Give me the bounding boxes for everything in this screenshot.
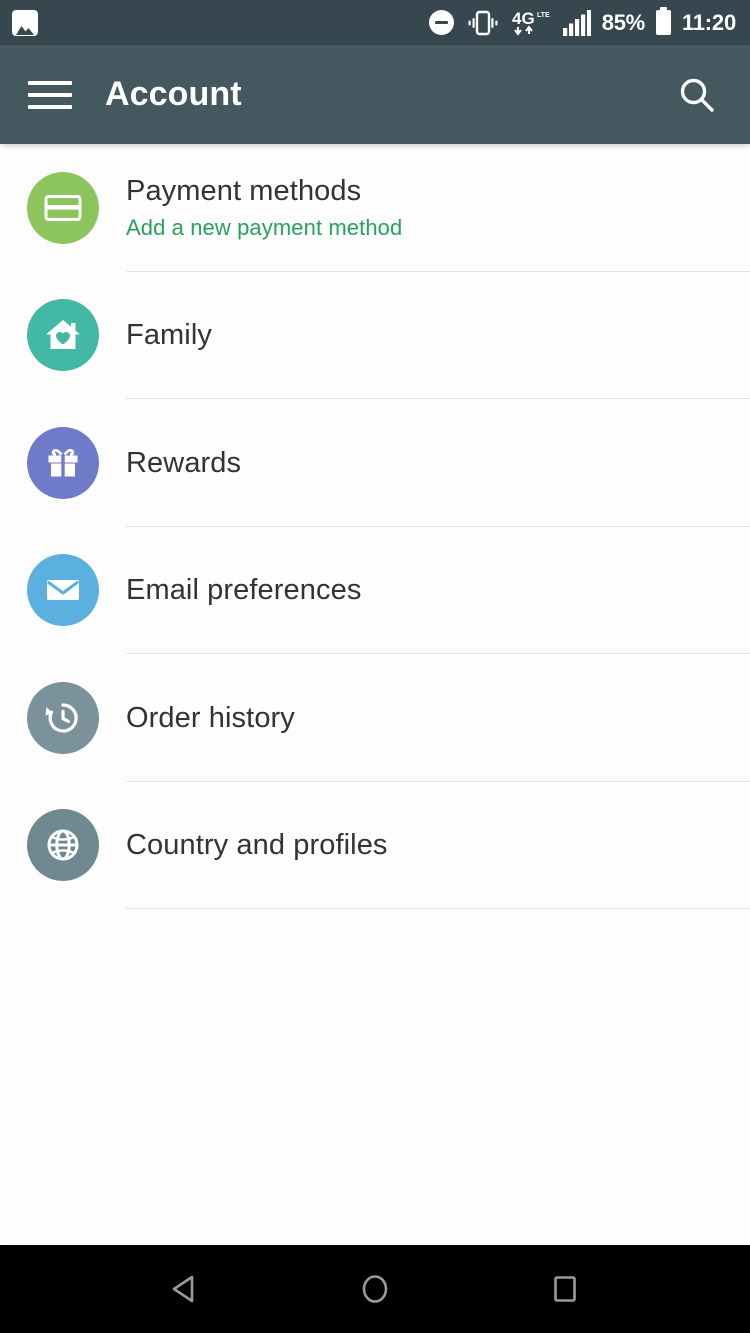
envelope-icon bbox=[27, 554, 99, 627]
list-item-body: Country and profiles bbox=[126, 782, 750, 909]
list-item-icon-wrap bbox=[0, 272, 126, 400]
battery-full-icon bbox=[655, 7, 671, 35]
status-bar-notifications bbox=[12, 9, 38, 36]
list-item-order-history[interactable]: Order history bbox=[0, 654, 750, 782]
list-item-title: Order history bbox=[126, 701, 295, 734]
list-item-email-preferences[interactable]: Email preferences bbox=[0, 527, 750, 655]
list-item-title: Rewards bbox=[126, 446, 242, 479]
credit-card-icon bbox=[27, 171, 99, 244]
image-notification-icon bbox=[12, 9, 38, 36]
gift-icon bbox=[27, 426, 99, 499]
search-icon[interactable] bbox=[670, 68, 724, 122]
svg-text:4G: 4G bbox=[512, 9, 535, 28]
list-item-body: Order history bbox=[126, 654, 750, 782]
signal-bars-icon bbox=[562, 9, 591, 36]
list-item-icon-wrap bbox=[0, 399, 126, 527]
battery-percent-label: 85% bbox=[601, 9, 645, 35]
list-item-body: Email preferences bbox=[126, 527, 750, 654]
clock-label: 11:20 bbox=[681, 9, 736, 35]
house-heart-icon bbox=[27, 299, 99, 372]
network-type-4glte-icon: 4G LTE bbox=[512, 8, 552, 38]
status-bar-indicators: 4G LTE 85% 11:20 bbox=[428, 7, 736, 38]
list-item-icon-wrap bbox=[0, 527, 126, 655]
do-not-disturb-icon bbox=[428, 10, 454, 35]
list-item-subtitle[interactable]: Add a new payment method bbox=[126, 215, 726, 241]
globe-icon bbox=[27, 809, 99, 882]
home-circle-icon[interactable] bbox=[330, 1258, 420, 1320]
list-item-title: Family bbox=[126, 319, 212, 352]
list-item-family[interactable]: Family bbox=[0, 272, 750, 400]
list-item-title: Payment methods bbox=[126, 175, 362, 207]
list-item-title: Email preferences bbox=[126, 574, 362, 607]
list-item-rewards[interactable]: Rewards bbox=[0, 399, 750, 527]
status-bar: 4G LTE 85% 11:20 bbox=[0, 0, 750, 45]
back-triangle-icon[interactable] bbox=[140, 1258, 230, 1320]
list-item-title: Country and profiles bbox=[126, 829, 388, 862]
account-settings-list: Payment methods Add a new payment method… bbox=[0, 144, 750, 1245]
list-item-body: Family bbox=[126, 272, 750, 399]
app-bar: Account bbox=[0, 45, 750, 144]
list-item-icon-wrap bbox=[0, 144, 126, 272]
page-title: Account bbox=[105, 75, 242, 113]
list-item-body: Payment methods Add a new payment method bbox=[126, 144, 750, 272]
svg-text:LTE: LTE bbox=[537, 12, 550, 19]
list-item-icon-wrap bbox=[0, 654, 126, 782]
android-navigation-bar bbox=[0, 1245, 750, 1333]
list-divider bbox=[126, 908, 750, 909]
list-item-icon-wrap bbox=[0, 782, 126, 910]
list-item-country-and-profiles[interactable]: Country and profiles bbox=[0, 782, 750, 910]
history-clock-icon bbox=[27, 681, 99, 754]
list-item-body: Rewards bbox=[126, 399, 750, 527]
list-item-payment-methods[interactable]: Payment methods Add a new payment method bbox=[0, 144, 750, 272]
hamburger-menu-icon[interactable] bbox=[28, 78, 72, 112]
vibrate-icon bbox=[465, 10, 501, 36]
phone-screen: 4G LTE 85% 11:20 Account Payment methods… bbox=[0, 0, 750, 1333]
recents-square-icon[interactable] bbox=[520, 1258, 610, 1320]
